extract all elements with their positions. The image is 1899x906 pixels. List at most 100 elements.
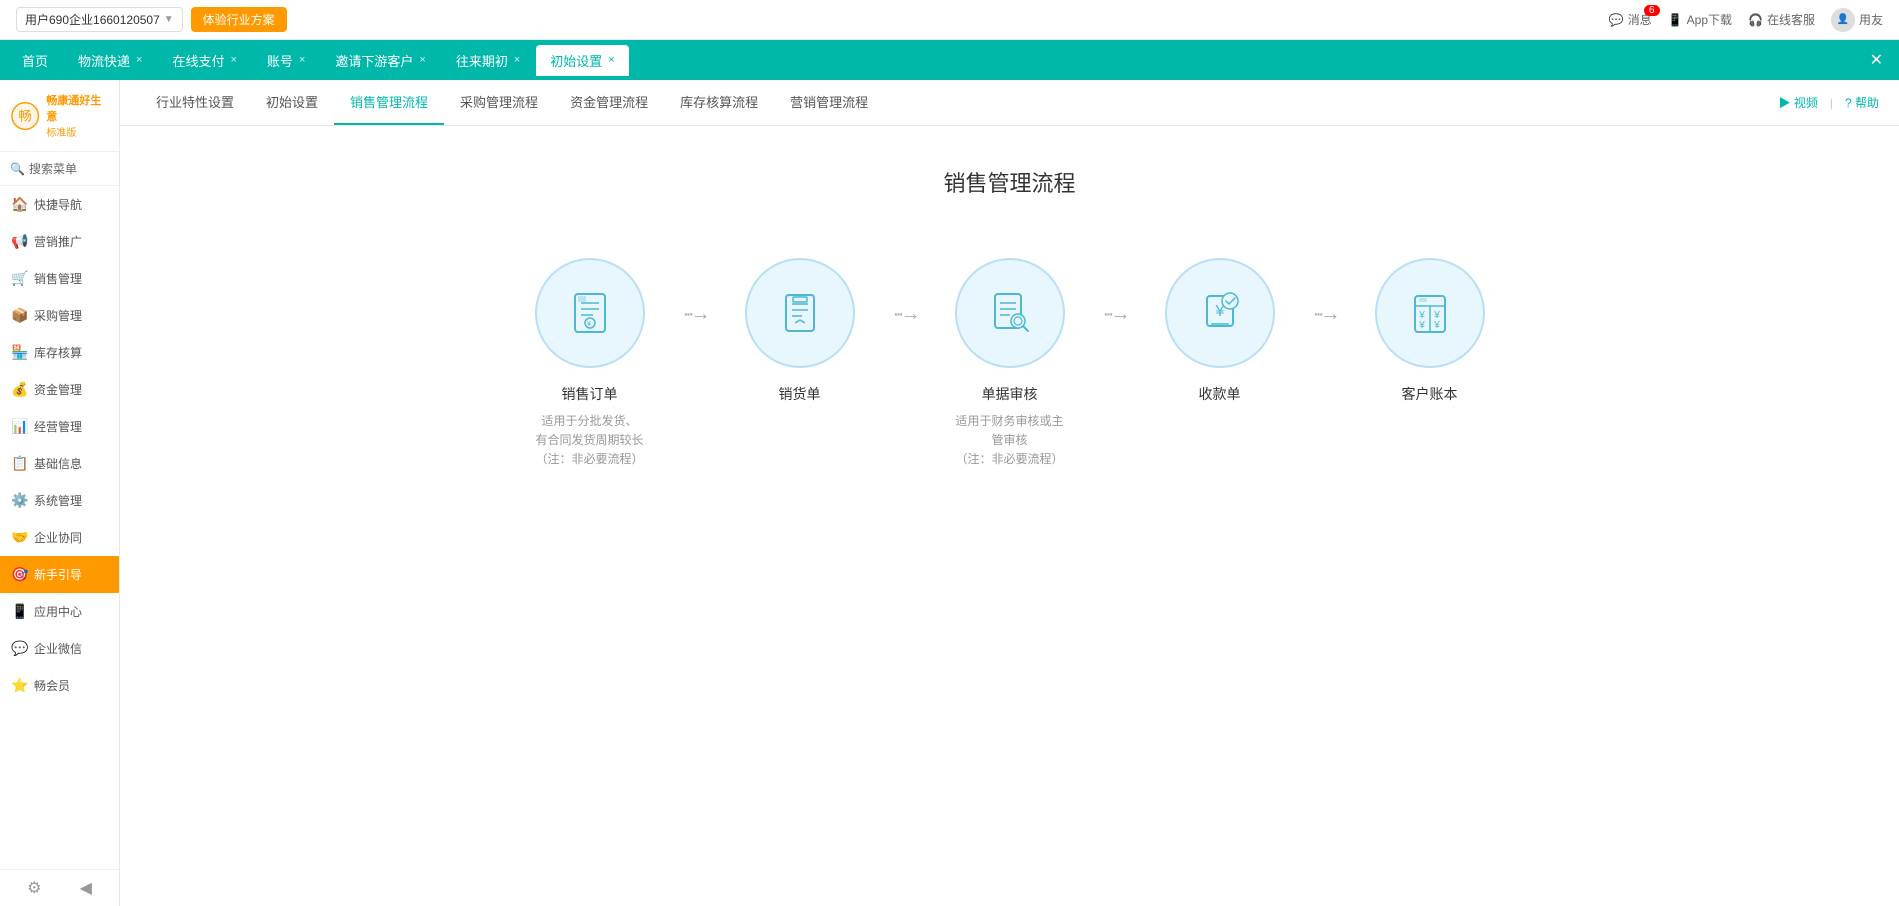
tab-invite-label: 邀请下游客户 bbox=[335, 51, 413, 70]
sidebar-item-system[interactable]: ⚙️ 系统管理 bbox=[0, 482, 119, 519]
top-bar: 用户690企业1660120507 ▼ 体验行业方案 💬 消息 6 📱 App下… bbox=[0, 0, 1899, 40]
app-icon: 📱 bbox=[1668, 13, 1683, 27]
settings-icon[interactable]: ⚙ bbox=[27, 878, 41, 898]
chevron-down-icon: ▼ bbox=[164, 14, 174, 25]
marketing-icon: 📢 bbox=[12, 234, 28, 250]
svg-text:畅: 畅 bbox=[19, 108, 32, 123]
close-icon[interactable]: × bbox=[299, 54, 305, 66]
subtab-finance-flow[interactable]: 资金管理流程 bbox=[554, 80, 664, 125]
subtab-inventory-flow[interactable]: 库存核算流程 bbox=[664, 80, 774, 125]
user-selector[interactable]: 用户690企业1660120507 ▼ bbox=[16, 7, 183, 32]
sidebar-bottom: ⚙ ◀ bbox=[0, 869, 119, 906]
content-area: 行业特性设置 初始设置 销售管理流程 采购管理流程 资金管理流程 库存核算流程 … bbox=[120, 80, 1899, 906]
inventory-icon: 🏪 bbox=[12, 345, 28, 361]
step-label-receipt: 收款单 bbox=[1199, 384, 1241, 404]
flow-circle-sales-order[interactable]: ¥ bbox=[535, 258, 645, 368]
sidebar-item-label: 应用中心 bbox=[34, 603, 82, 620]
tab-initial-setup[interactable]: 初始设置 × bbox=[536, 45, 628, 76]
process-title: 销售管理流程 bbox=[943, 166, 1075, 198]
sidebar-item-enterprise[interactable]: 🤝 企业协同 bbox=[0, 519, 119, 556]
arrow-2: ···→ bbox=[880, 303, 930, 326]
close-icon[interactable]: × bbox=[136, 54, 142, 66]
tab-account-label: 账号 bbox=[267, 51, 293, 70]
flow-step-ledger: ¥ ¥ ¥ ¥ 客户账本 bbox=[1350, 258, 1510, 412]
flow-circle-delivery[interactable] bbox=[745, 258, 855, 368]
tab-period[interactable]: 往来期初 × bbox=[442, 45, 534, 76]
avatar: 👤 bbox=[1831, 8, 1855, 32]
subtab-purchase-flow[interactable]: 采购管理流程 bbox=[444, 80, 554, 125]
tab-logistics[interactable]: 物流快递 × bbox=[64, 45, 156, 76]
tab-account[interactable]: 账号 × bbox=[253, 45, 319, 76]
svg-text:¥: ¥ bbox=[1418, 320, 1425, 331]
message-badge: 6 bbox=[1644, 5, 1660, 16]
flow-circle-receipt[interactable]: ¥ bbox=[1165, 258, 1275, 368]
subtab-sales-flow[interactable]: 销售管理流程 bbox=[334, 80, 444, 125]
sidebar-item-inventory[interactable]: 🏪 库存核算 bbox=[0, 334, 119, 371]
delivery-icon bbox=[775, 288, 825, 338]
search-menu[interactable]: 🔍 搜索菜单 bbox=[0, 152, 119, 186]
app-download-item[interactable]: 📱 App下载 bbox=[1668, 11, 1732, 28]
wechat-icon: 💬 bbox=[12, 641, 28, 657]
close-icon[interactable]: × bbox=[514, 54, 520, 66]
tab-period-label: 往来期初 bbox=[456, 51, 508, 70]
subtab-initial[interactable]: 初始设置 bbox=[250, 80, 334, 125]
sidebar-item-quick-nav[interactable]: 🏠 快捷导航 bbox=[0, 186, 119, 223]
app-label: App下载 bbox=[1687, 11, 1732, 28]
top-bar-right: 💬 消息 6 📱 App下载 🎧 在线客服 👤 用友 bbox=[1609, 8, 1883, 32]
sidebar-item-label: 营销推广 bbox=[34, 233, 82, 250]
user-name-label: 用友 bbox=[1859, 11, 1883, 28]
close-icon[interactable]: × bbox=[230, 54, 236, 66]
sales-icon: 🛒 bbox=[12, 271, 28, 287]
svg-text:¥: ¥ bbox=[1433, 320, 1440, 331]
ledger-icon: ¥ ¥ ¥ ¥ bbox=[1405, 288, 1455, 338]
sidebar-item-guide[interactable]: 🎯 新手引导 bbox=[0, 556, 119, 593]
subtab-marketing-flow[interactable]: 营销管理流程 bbox=[774, 80, 884, 125]
close-all-tabs-button[interactable]: ✕ bbox=[1862, 50, 1891, 70]
help-link[interactable]: ? 帮助 bbox=[1845, 94, 1879, 111]
sidebar-item-sales[interactable]: 🛒 销售管理 bbox=[0, 260, 119, 297]
tab-logistics-label: 物流快递 bbox=[78, 51, 130, 70]
tab-payment[interactable]: 在线支付 × bbox=[158, 45, 250, 76]
flow-step-sales-order: ¥ 销售订单 适用于分批发货、有合同发货周期较长（注：非必要流程） bbox=[510, 258, 670, 470]
svg-text:¥: ¥ bbox=[587, 321, 591, 328]
flow-circle-ledger[interactable]: ¥ ¥ ¥ ¥ bbox=[1375, 258, 1485, 368]
step-label-delivery: 销货单 bbox=[779, 384, 821, 404]
flow-circle-review[interactable] bbox=[955, 258, 1065, 368]
tab-invite[interactable]: 邀请下游客户 × bbox=[321, 45, 439, 76]
sidebar-item-purchase[interactable]: 📦 采购管理 bbox=[0, 297, 119, 334]
sidebar-item-base-info[interactable]: 📋 基础信息 bbox=[0, 445, 119, 482]
trial-button[interactable]: 体验行业方案 bbox=[191, 7, 287, 32]
tab-payment-label: 在线支付 bbox=[172, 51, 224, 70]
arrow-4: ···→ bbox=[1300, 303, 1350, 326]
subtab-industry[interactable]: 行业特性设置 bbox=[140, 80, 250, 125]
message-icon: 💬 bbox=[1609, 13, 1624, 27]
sidebar-item-label: 系统管理 bbox=[34, 492, 82, 509]
close-icon[interactable]: × bbox=[608, 54, 614, 66]
sidebar-item-app-center[interactable]: 📱 应用中心 bbox=[0, 593, 119, 630]
tab-home-label: 首页 bbox=[22, 51, 48, 70]
service-label: 在线客服 bbox=[1767, 11, 1815, 28]
help-icon: ? bbox=[1845, 96, 1852, 110]
sidebar-item-label: 资金管理 bbox=[34, 381, 82, 398]
sidebar-item-finance[interactable]: 💰 资金管理 bbox=[0, 371, 119, 408]
sidebar-item-vip[interactable]: ⭐ 畅会员 bbox=[0, 667, 119, 704]
sidebar-item-label: 快捷导航 bbox=[34, 196, 82, 213]
collapse-icon[interactable]: ◀ bbox=[80, 878, 92, 898]
receipt-icon: ¥ bbox=[1195, 288, 1245, 338]
sidebar-item-wechat[interactable]: 💬 企业微信 bbox=[0, 630, 119, 667]
message-item[interactable]: 💬 消息 6 bbox=[1609, 11, 1652, 28]
arrow-3: ···→ bbox=[1090, 303, 1140, 326]
sidebar-item-label: 经营管理 bbox=[34, 418, 82, 435]
operation-icon: 📊 bbox=[12, 419, 28, 435]
video-icon: ▶ bbox=[1778, 96, 1790, 110]
sidebar-item-marketing[interactable]: 📢 营销推广 bbox=[0, 223, 119, 260]
tab-home[interactable]: 首页 bbox=[8, 45, 62, 76]
customer-service-item[interactable]: 🎧 在线客服 bbox=[1748, 11, 1815, 28]
sidebar-item-operation[interactable]: 📊 经营管理 bbox=[0, 408, 119, 445]
quick-nav-icon: 🏠 bbox=[12, 197, 28, 213]
user-avatar-item[interactable]: 👤 用友 bbox=[1831, 8, 1883, 32]
base-info-icon: 📋 bbox=[12, 456, 28, 472]
video-link[interactable]: ▶ 视频 bbox=[1778, 94, 1817, 111]
close-icon[interactable]: × bbox=[419, 54, 425, 66]
sidebar-item-label: 销售管理 bbox=[34, 270, 82, 287]
